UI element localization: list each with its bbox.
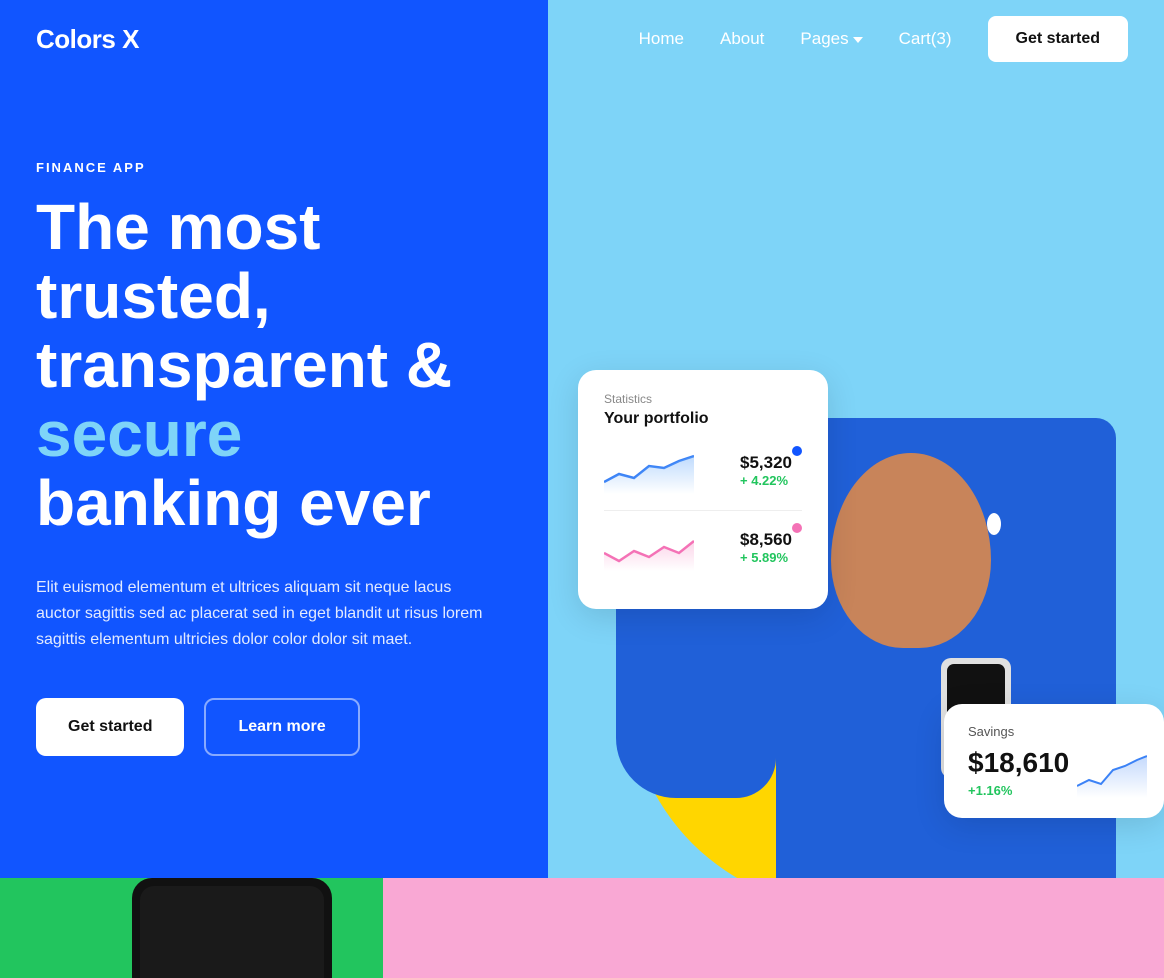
savings-label: Savings xyxy=(968,724,1140,739)
nav-links: Home About Pages Cart(3) Get started xyxy=(639,16,1128,62)
savings-row: $18,610 +1.16% xyxy=(968,747,1140,798)
stats-chart-pink xyxy=(604,523,694,571)
hero-buttons: Get started Learn more xyxy=(36,698,512,756)
stats-change-2: + 5.89% xyxy=(740,550,792,565)
stats-divider xyxy=(604,510,802,511)
hero-tag: FINANCE APP xyxy=(36,160,512,175)
stats-row-2: $8,560 + 5.89% xyxy=(604,523,792,571)
stats-card-label: Statistics xyxy=(604,392,802,406)
hero-title-line1: The most trusted, xyxy=(36,191,320,332)
brand-logo[interactable]: Colors X xyxy=(36,24,139,55)
navbar: Colors X Home About Pages Cart(3) Get st… xyxy=(0,0,1164,78)
stats-card-title: Your portfolio xyxy=(604,410,802,428)
hero-title-line3: banking ever xyxy=(36,467,431,539)
stats-values-1: $5,320 + 4.22% xyxy=(740,453,792,488)
stats-blue-dot xyxy=(792,446,802,456)
stats-pink-dot xyxy=(792,523,802,533)
strip-green xyxy=(0,878,383,978)
savings-card: Savings $18,610 +1.16% xyxy=(944,704,1164,818)
statistics-card: Statistics Your portfolio xyxy=(578,370,828,609)
phone-bottom-screen xyxy=(140,886,324,978)
chevron-down-icon xyxy=(853,37,863,43)
get-started-button[interactable]: Get started xyxy=(36,698,184,756)
bottom-strip xyxy=(0,878,1164,978)
phone-hint-container xyxy=(0,878,383,978)
phone-bottom-hint xyxy=(132,878,332,978)
stats-values-2: $8,560 + 5.89% xyxy=(740,530,792,565)
hero-description: Elit euismod elementum et ultrices aliqu… xyxy=(36,575,496,654)
savings-amount: $18,610 xyxy=(968,747,1069,779)
hero-right: Statistics Your portfolio xyxy=(548,0,1164,878)
hero-title: The most trusted, transparent & secure b… xyxy=(36,193,512,539)
savings-change: +1.16% xyxy=(968,783,1069,798)
learn-more-button[interactable]: Learn more xyxy=(204,698,359,756)
hero-section: FINANCE APP The most trusted, transparen… xyxy=(0,0,1164,878)
nav-about[interactable]: About xyxy=(720,29,764,49)
stats-change-1: + 4.22% xyxy=(740,473,792,488)
nav-pages[interactable]: Pages xyxy=(800,29,862,49)
strip-pink xyxy=(383,878,1164,978)
savings-chart xyxy=(1077,748,1147,798)
stats-amount-1: $5,320 xyxy=(740,453,792,473)
stats-chart-blue xyxy=(604,446,694,494)
savings-values: $18,610 +1.16% xyxy=(968,747,1069,798)
hero-left: FINANCE APP The most trusted, transparen… xyxy=(0,0,548,878)
nav-pages-label: Pages xyxy=(800,29,848,49)
airpod xyxy=(987,513,1001,535)
nav-cart[interactable]: Cart(3) xyxy=(899,29,952,49)
nav-cta-button[interactable]: Get started xyxy=(988,16,1128,62)
nav-home[interactable]: Home xyxy=(639,29,684,49)
stats-amount-2: $8,560 xyxy=(740,530,792,550)
stats-row-1: $5,320 + 4.22% xyxy=(604,446,792,494)
hero-title-line2: transparent & secure xyxy=(36,329,452,470)
